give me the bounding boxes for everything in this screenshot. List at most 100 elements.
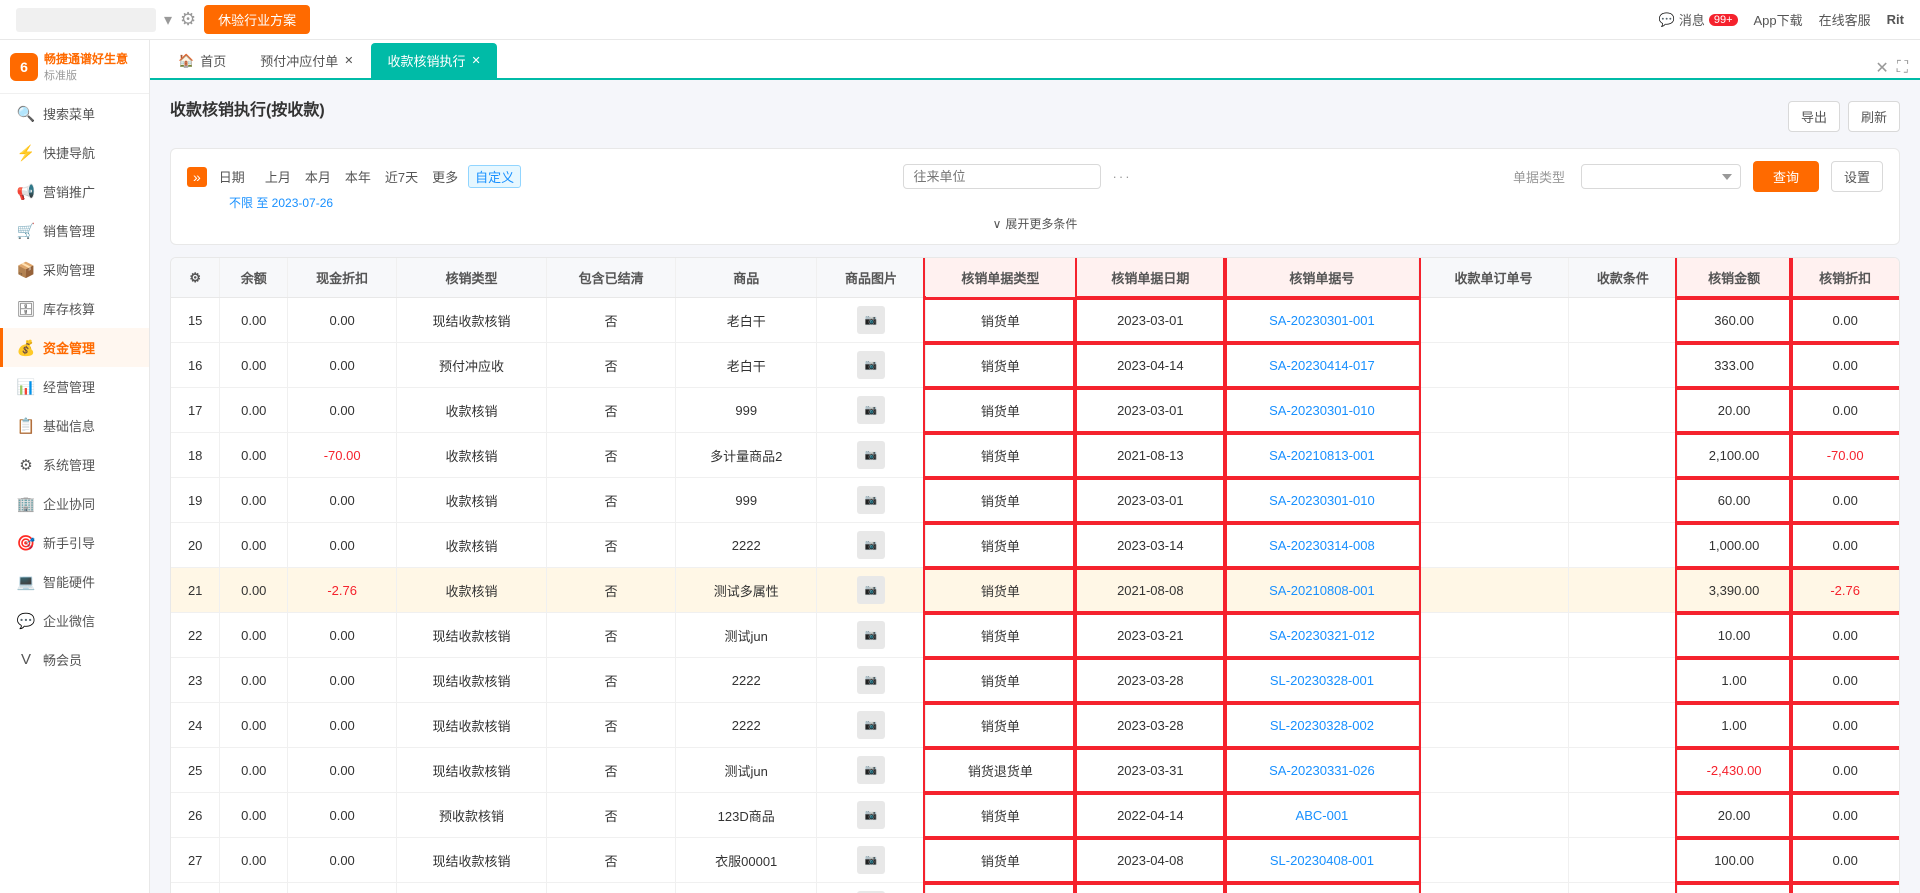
tab-collect-close[interactable]: ✕ [471, 54, 480, 67]
sidebar-item-purchase[interactable]: 📦 采购管理 [0, 250, 149, 289]
td-cancel-doc-no[interactable]: SL-20230418-001 [1225, 883, 1418, 893]
date-btn-this-month[interactable]: 本月 [301, 165, 335, 188]
settings-btn[interactable]: 设置 [1831, 161, 1883, 192]
td-cancel-date: 2021-08-13 [1075, 433, 1225, 478]
td-collect-condition [1568, 433, 1677, 478]
td-cancel-doc-no[interactable]: SA-20230331-026 [1225, 748, 1418, 793]
query-btn[interactable]: 查询 [1753, 161, 1819, 192]
message-area[interactable]: 💬 消息 99+ [1659, 10, 1738, 29]
th-collect-condition: 收款条件 [1568, 258, 1677, 298]
td-cancel-doc-no[interactable]: SA-20210808-001 [1225, 568, 1418, 613]
td-collect-order-no [1419, 388, 1569, 433]
app-download[interactable]: App下载 [1754, 10, 1803, 29]
smart-hw-icon: 💻 [17, 573, 35, 591]
online-service[interactable]: 在线客服 [1819, 10, 1871, 29]
td-cancel-doc-no[interactable]: SA-20210813-001 [1225, 433, 1418, 478]
td-goods-img: 📷 [817, 838, 926, 883]
td-balance: 0.00 [220, 613, 288, 658]
doc-type-select[interactable] [1581, 164, 1741, 189]
top-bar-search-area [16, 8, 156, 32]
td-cancel-doc-no[interactable]: SL-20230328-002 [1225, 703, 1418, 748]
tab-fullscreen-icon[interactable]: ⛶ [1897, 59, 1908, 77]
td-cancel-discount: 0.00 [1791, 838, 1899, 883]
finance-icon: 💰 [17, 339, 35, 357]
partner-input[interactable] [903, 164, 1101, 189]
td-collect-condition [1568, 703, 1677, 748]
sidebar-item-marketing[interactable]: 📢营销推广 [0, 172, 149, 211]
sidebar-item-search-menu[interactable]: 🔍搜索菜单 [0, 94, 149, 133]
sidebar-item-smart-hw[interactable]: 💻智能硬件 [0, 562, 149, 601]
sidebar-item-label-enterprise: 企业协同 [43, 494, 95, 513]
logo-char: 6 [20, 59, 28, 75]
message-label: 消息 [1679, 10, 1705, 29]
date-btn-last-month[interactable]: 上月 [261, 165, 295, 188]
td-cancel-amount: 1,000.00 [1677, 523, 1790, 568]
date-btn-this-year[interactable]: 本年 [341, 165, 375, 188]
purchase-icon: 📦 [17, 261, 35, 279]
sidebar-item-wechat[interactable]: 💬企业微信 [0, 601, 149, 640]
date-btn-more[interactable]: 更多 [428, 165, 462, 188]
td-num: 28 [171, 883, 220, 893]
sidebar-item-finance[interactable]: 💰资金管理 [0, 328, 149, 367]
td-cancel-doc-type: 销货单 [925, 703, 1075, 748]
dropdown-arrow-icon[interactable]: ▾ [164, 10, 172, 30]
sidebar-item-guide[interactable]: 🎯新手引导 [0, 523, 149, 562]
main-layout: 6 畅捷通谱好生意 标准版 🔍搜索菜单⚡快捷导航📢营销推广🛒销售管理📦采购管理🗄… [0, 40, 1920, 893]
user-name[interactable]: Rit [1887, 12, 1904, 27]
td-collect-order-no [1419, 793, 1569, 838]
sidebar-item-sales[interactable]: 🛒销售管理 [0, 211, 149, 250]
doc-type-label: 单据类型 [1513, 167, 1565, 186]
expand-more-btn[interactable]: ∨ 展开更多条件 [187, 215, 1883, 232]
td-cancel-type: 预付冲应收 [397, 343, 547, 388]
date-range-display: 不限 至 2023-07-26 [187, 194, 1883, 211]
tab-collect[interactable]: 收款核销执行 ✕ [371, 43, 496, 78]
sidebar-item-member[interactable]: V畅会员 [0, 640, 149, 679]
sidebar-item-inventory[interactable]: 🗄库存核算 [0, 289, 149, 328]
td-cancel-doc-no[interactable]: SA-20230301-010 [1225, 388, 1418, 433]
table-row: 15 0.00 0.00 现结收款核销 否 老白干 📷 销货单 2023-03-… [171, 298, 1899, 343]
table-row: 19 0.00 0.00 收款核销 否 999 📷 销货单 2023-03-01… [171, 478, 1899, 523]
td-balance: 0.00 [220, 883, 288, 893]
expand-collapse-btn[interactable]: » [187, 167, 207, 187]
tab-prepay-close[interactable]: ✕ [344, 54, 353, 67]
td-cancel-doc-no[interactable]: SA-20230301-001 [1225, 298, 1418, 343]
td-cash-discount: 0.00 [288, 343, 397, 388]
td-cancel-doc-type: 销货单 [925, 433, 1075, 478]
refresh-btn[interactable]: 刷新 [1848, 101, 1900, 132]
expand-icon[interactable]: » [187, 167, 207, 187]
td-cancel-doc-no[interactable]: ABC-001 [1225, 793, 1418, 838]
page-header-actions: 导出 刷新 [1788, 101, 1900, 132]
industry-btn[interactable]: 休验行业方案 [204, 5, 310, 34]
td-cancel-doc-type: 销货单 [925, 658, 1075, 703]
td-cancel-date: 2023-04-18 [1075, 883, 1225, 893]
date-label: 日期 [219, 167, 245, 186]
th-goods-img: 商品图片 [817, 258, 926, 298]
td-cancel-type: 现结收款核销 [397, 298, 547, 343]
table-row: 23 0.00 0.00 现结收款核销 否 2222 📷 销货单 2023-03… [171, 658, 1899, 703]
sidebar-item-business[interactable]: 📊经营管理 [0, 367, 149, 406]
td-cancel-amount: 10.00 [1677, 613, 1790, 658]
td-cancel-doc-no[interactable]: SA-20230301-010 [1225, 478, 1418, 523]
export-btn[interactable]: 导出 [1788, 101, 1840, 132]
settings-icon[interactable]: ⚙ [180, 9, 196, 30]
tab-home[interactable]: 🏠 首页 [162, 43, 242, 78]
td-cancel-doc-no[interactable]: SA-20230321-012 [1225, 613, 1418, 658]
wechat-icon: 💬 [17, 612, 35, 630]
sidebar-item-label-purchase: 采购管理 [43, 260, 95, 279]
td-cancel-doc-no[interactable]: SA-20230414-017 [1225, 343, 1418, 388]
tab-close-window-icon[interactable]: ✕ [1875, 58, 1888, 78]
sidebar-item-system[interactable]: ⚙系统管理 [0, 445, 149, 484]
date-btn-7days[interactable]: 近7天 [381, 165, 422, 188]
td-collect-condition [1568, 748, 1677, 793]
table-row: 24 0.00 0.00 现结收款核销 否 2222 📷 销货单 2023-03… [171, 703, 1899, 748]
td-cancel-doc-no[interactable]: SL-20230328-001 [1225, 658, 1418, 703]
td-cancel-doc-no[interactable]: SL-20230408-001 [1225, 838, 1418, 883]
sidebar-item-quick-nav[interactable]: ⚡快捷导航 [0, 133, 149, 172]
sidebar-item-enterprise[interactable]: 🏢企业协同 [0, 484, 149, 523]
td-cancel-doc-type: 销货退货单 [925, 748, 1075, 793]
sidebar-item-base-info[interactable]: 📋基础信息 [0, 406, 149, 445]
tab-prepay[interactable]: 预付冲应付单 ✕ [244, 43, 369, 78]
table-row: 16 0.00 0.00 预付冲应收 否 老白干 📷 销货单 2023-04-1… [171, 343, 1899, 388]
td-cancel-doc-no[interactable]: SA-20230314-008 [1225, 523, 1418, 568]
date-btn-custom[interactable]: 自定义 [468, 165, 521, 188]
